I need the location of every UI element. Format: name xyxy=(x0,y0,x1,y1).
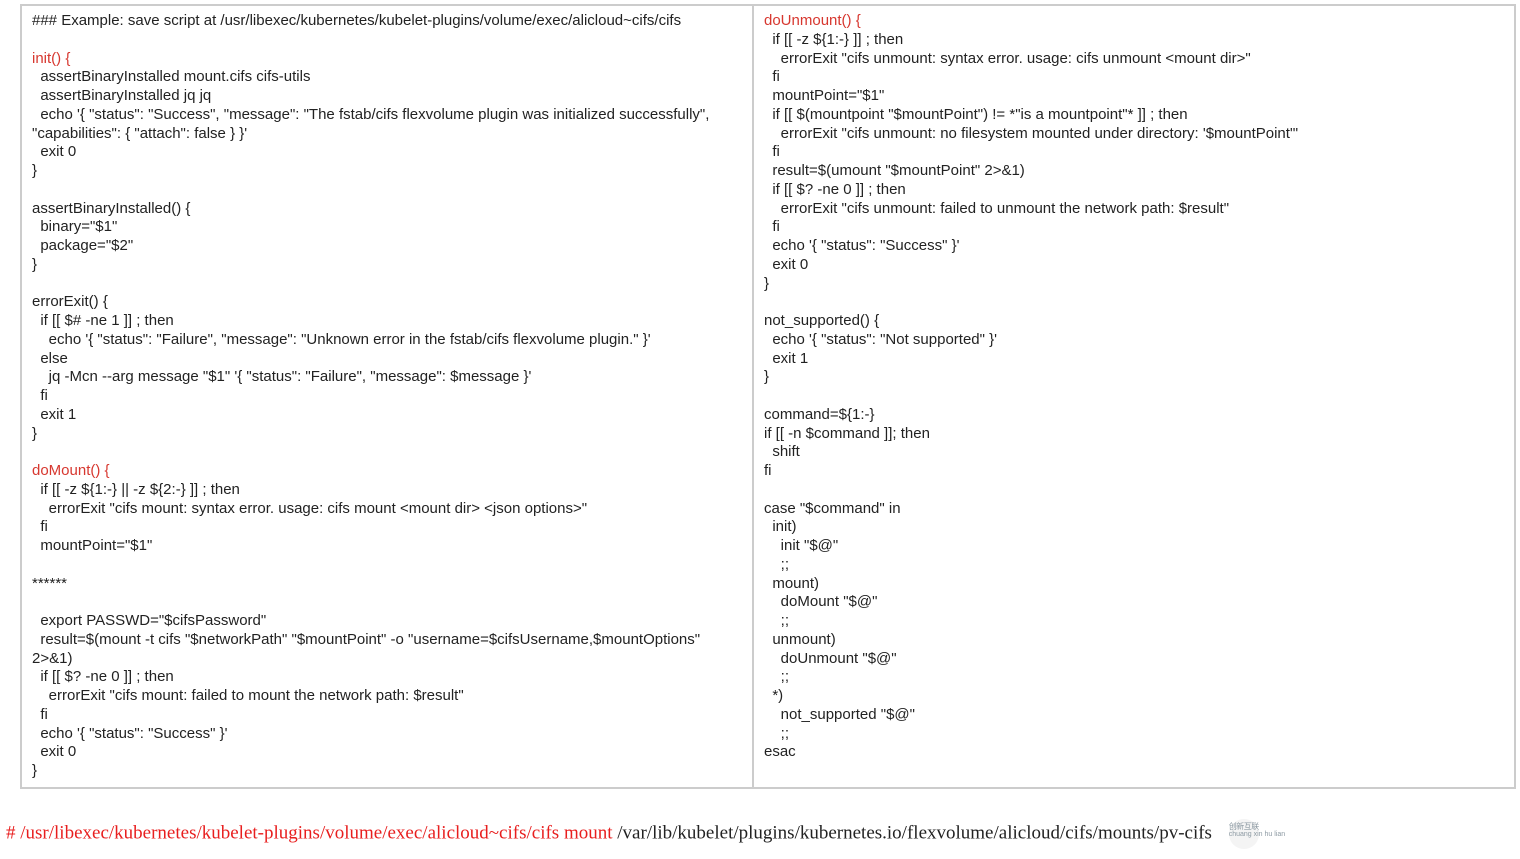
code-right: doUnmount() { if [[ -z ${1:-} ]] ; then … xyxy=(764,12,1504,762)
footer-command-black: /var/lib/kubelet/plugins/kubernetes.io/f… xyxy=(613,822,1212,843)
func-assert: assertBinaryInstalled() { binary="$1" pa… xyxy=(32,200,190,273)
case-block: case "$command" in init) init "$@" ;; mo… xyxy=(764,500,915,761)
cmd-block: command=${1:-} if [[ -n $command ]]; the… xyxy=(764,406,930,479)
func-domount-a: if [[ -z ${1:-} || -z ${2:-} ]] ; then e… xyxy=(32,481,587,554)
footer-command: # /usr/libexec/kubernetes/kubelet-plugin… xyxy=(0,789,1520,859)
func-dounmount: doUnmount() { xyxy=(764,12,861,29)
stars: ****** xyxy=(32,575,67,592)
footer-command-red: # /usr/libexec/kubernetes/kubelet-plugin… xyxy=(6,822,613,843)
comment-line: ### Example: save script at /usr/libexec… xyxy=(32,12,681,29)
func-init-body: assertBinaryInstalled mount.cifs cifs-ut… xyxy=(32,68,714,179)
watermark-logo: 创新互联chuang xin hu lian xyxy=(1229,819,1259,849)
code-right-cell: doUnmount() { if [[ -z ${1:-} ]] ; then … xyxy=(753,5,1515,788)
func-domount-b: export PASSWD="$cifsPassword" result=$(m… xyxy=(32,612,704,779)
func-dounmount-body: if [[ -z ${1:-} ]] ; then errorExit "cif… xyxy=(764,31,1298,292)
code-left: ### Example: save script at /usr/libexec… xyxy=(32,12,742,781)
func-notsup: not_supported() { echo '{ "status": "Not… xyxy=(764,312,997,385)
func-errorexit: errorExit() { if [[ $# -ne 1 ]] ; then e… xyxy=(32,293,651,441)
func-domount: doMount() { xyxy=(32,462,110,479)
code-left-cell: ### Example: save script at /usr/libexec… xyxy=(21,5,753,788)
func-init: init() { xyxy=(32,50,70,67)
code-table: ### Example: save script at /usr/libexec… xyxy=(20,4,1516,789)
